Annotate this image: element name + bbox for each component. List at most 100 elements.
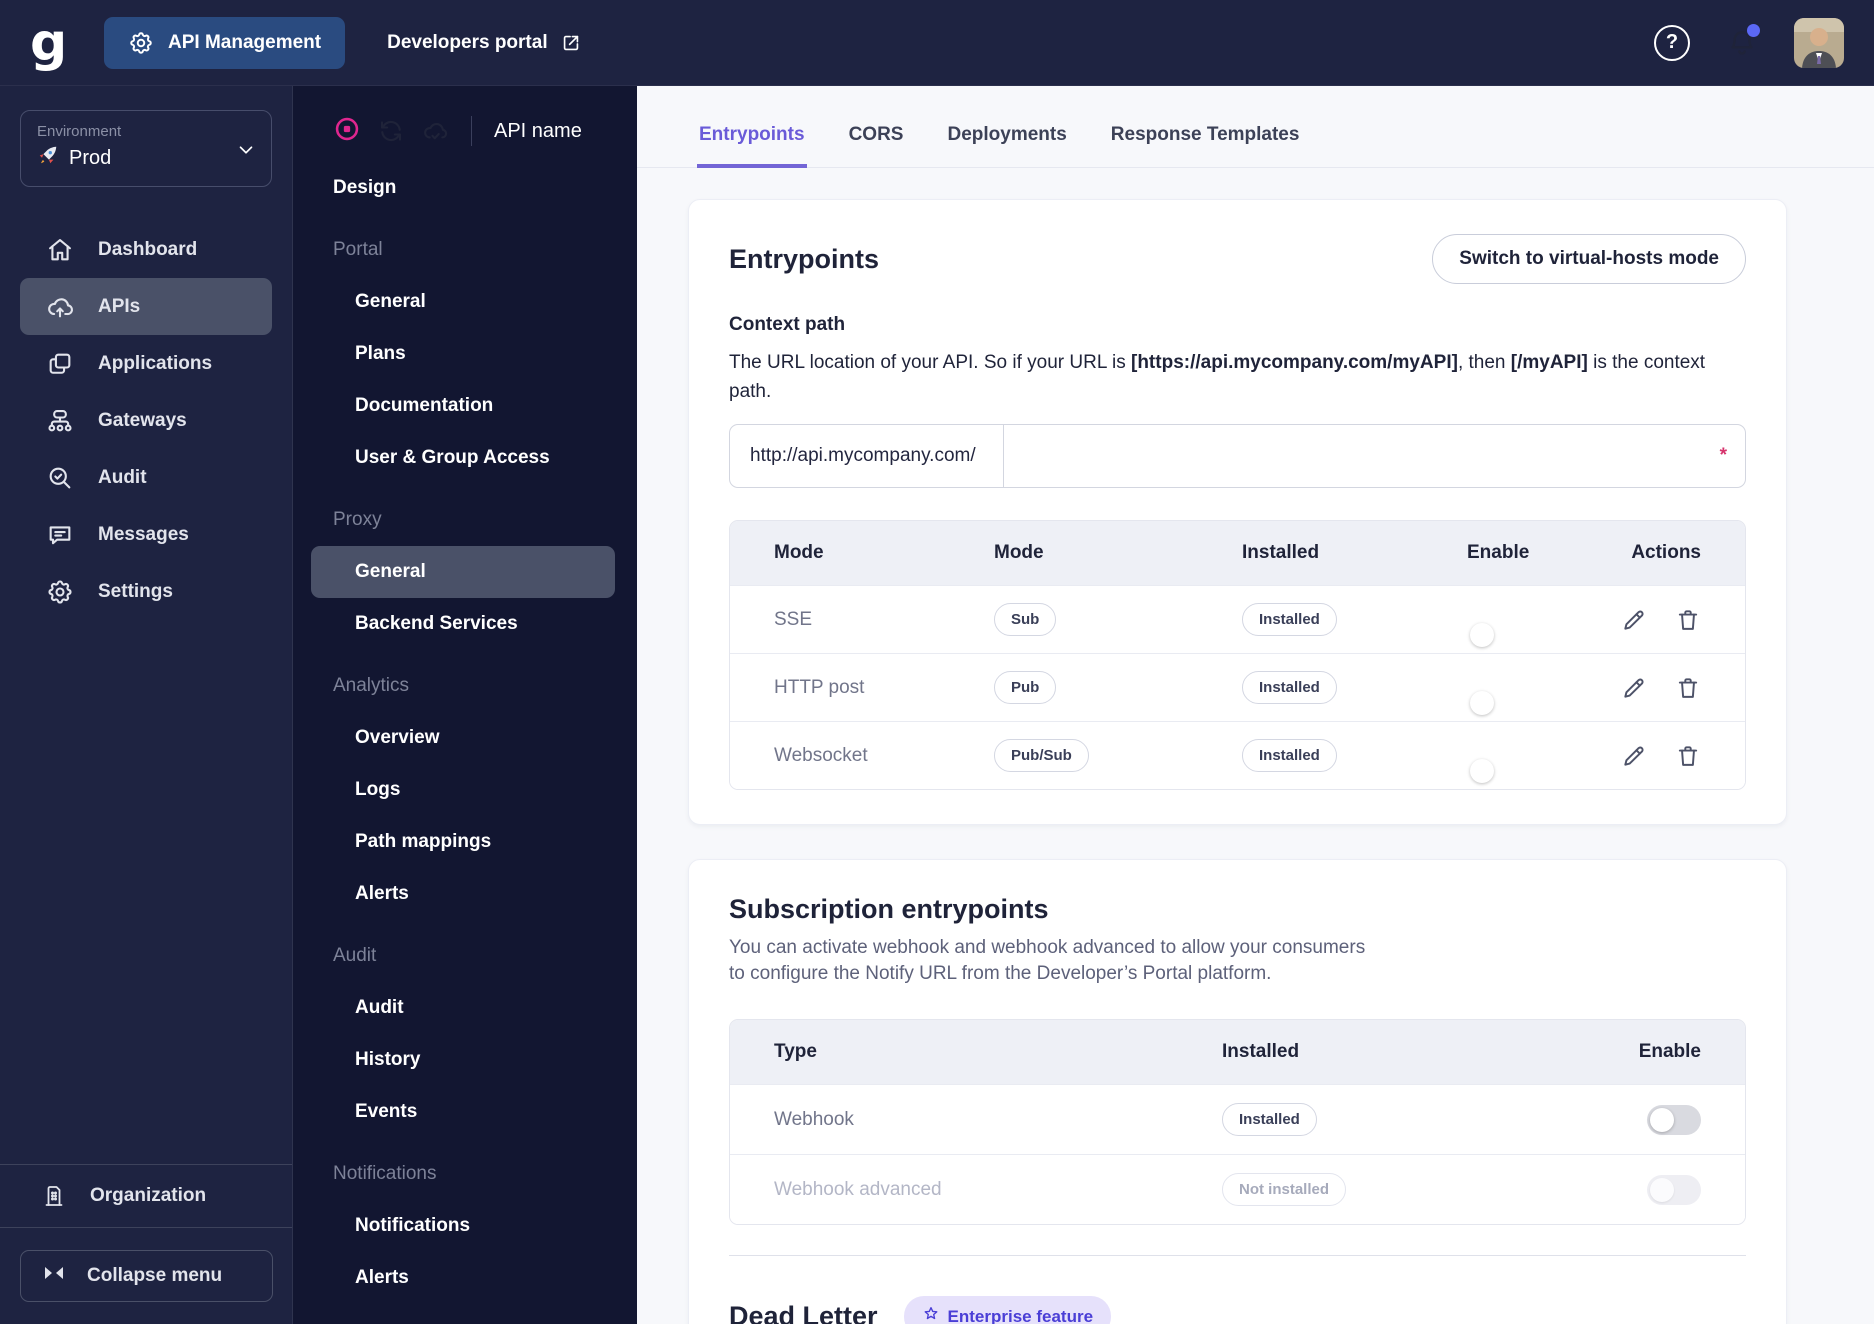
api-menu-design[interactable]: Design: [333, 162, 617, 214]
sidebar-item-audit[interactable]: Audit: [20, 449, 272, 506]
content-area: Entrypoints Switch to virtual-hosts mode…: [637, 168, 1874, 1324]
sidebar-item-label: Gateways: [98, 409, 187, 431]
edit-icon[interactable]: [1621, 675, 1647, 701]
description-url: [https://api.mycompany.com/myAPI]: [1131, 352, 1458, 373]
dead-letter-title: Dead Letter: [729, 1301, 878, 1324]
delete-icon[interactable]: [1675, 743, 1701, 769]
rocket-icon: [37, 144, 59, 172]
api-menu-proxy-general[interactable]: General: [311, 546, 615, 598]
message-icon: [46, 521, 74, 549]
api-menu-analytics-overview[interactable]: Overview: [333, 712, 617, 764]
tab-response-templates[interactable]: Response Templates: [1109, 118, 1302, 168]
sidebar-item-label: Messages: [98, 523, 189, 545]
sidebar-item-gateways[interactable]: Gateways: [20, 392, 272, 449]
table-header-row: Type Installed Enable: [730, 1020, 1745, 1084]
api-menu-audit-audit[interactable]: Audit: [333, 982, 617, 1034]
table-row: Websocket Pub/Sub Installed: [730, 721, 1745, 789]
entrypoint-name: HTTP post: [774, 676, 865, 698]
delete-icon[interactable]: [1675, 675, 1701, 701]
mode-chip: Pub: [994, 671, 1057, 704]
edit-icon[interactable]: [1621, 607, 1647, 633]
installed-chip: Installed: [1222, 1103, 1317, 1136]
context-path-input[interactable]: [1004, 425, 1720, 487]
environment-select[interactable]: Environment Prod: [20, 110, 272, 187]
api-name: API name: [494, 119, 582, 142]
api-menu-portal-documentation[interactable]: Documentation: [333, 380, 617, 432]
api-menu-notifications-alerts[interactable]: Alerts: [333, 1252, 617, 1304]
description-path: [/myAPI]: [1510, 352, 1588, 373]
installed-chip: Installed: [1242, 739, 1337, 772]
installed-chip: Installed: [1242, 603, 1337, 636]
enable-toggle-disabled: [1647, 1174, 1701, 1205]
entrypoint-name: Websocket: [774, 744, 868, 766]
sidebar-item-applications[interactable]: Applications: [20, 335, 272, 392]
environment-label: Environment: [37, 123, 122, 140]
col-header-enable: Enable: [1467, 542, 1530, 563]
table-header-row: Mode Mode Installed Enable Actions: [730, 521, 1745, 585]
context-path-input-group: http://api.mycompany.com/ *: [729, 424, 1746, 488]
description-line: You can activate webhook and webhook adv…: [729, 937, 1366, 958]
mode-chip: Pub/Sub: [994, 739, 1089, 772]
user-avatar[interactable]: [1794, 17, 1844, 68]
api-menu-proxy-backend-services[interactable]: Backend Services: [333, 598, 617, 650]
stop-record-icon[interactable]: [333, 115, 361, 148]
api-menu-audit-events[interactable]: Events: [333, 1086, 617, 1138]
context-path-label: Context path: [729, 314, 846, 335]
table-row: HTTP post Pub Installed: [730, 653, 1745, 721]
search-check-icon: [46, 464, 74, 492]
api-menu-portal-plans[interactable]: Plans: [333, 328, 617, 380]
col-header-mode2: Mode: [994, 542, 1044, 563]
copy-icon: [46, 350, 74, 378]
api-menu-analytics-logs[interactable]: Logs: [333, 764, 617, 816]
organization-item[interactable]: Organization: [0, 1164, 292, 1228]
sidebar-item-apis[interactable]: APIs: [20, 278, 272, 335]
cloud-icon[interactable]: [421, 117, 449, 145]
subscription-card: Subscription entrypoints You can activat…: [688, 859, 1787, 1324]
organization-label: Organization: [90, 1185, 207, 1206]
layout: Environment Prod Dashboard APIs Applicat…: [0, 86, 1874, 1324]
api-menu-portal-user-group-access[interactable]: User & Group Access: [333, 432, 617, 484]
developers-portal-link[interactable]: Developers portal: [387, 32, 582, 54]
home-icon: [46, 236, 74, 264]
app-root: g API Management Developers portal Envir…: [0, 0, 1874, 1324]
api-sidebar: API name Design Portal General Plans Doc…: [293, 86, 637, 1324]
switch-virtual-hosts-button[interactable]: Switch to virtual-hosts mode: [1432, 234, 1746, 284]
context-path-description: The URL location of your API. So if your…: [729, 348, 1746, 406]
api-menu-portal-general[interactable]: General: [333, 276, 617, 328]
help-icon[interactable]: [1654, 24, 1690, 61]
enterprise-feature-badge: Enterprise feature: [903, 1296, 1112, 1324]
cloud-upload-icon: [46, 293, 74, 321]
main-content: Entrypoints CORS Deployments Response Te…: [637, 86, 1874, 1324]
required-marker: *: [1719, 445, 1727, 466]
api-menu-audit-history[interactable]: History: [333, 1034, 617, 1086]
external-link-icon: [560, 32, 582, 54]
gear-icon: [128, 30, 154, 56]
sidebar-item-dashboard[interactable]: Dashboard: [20, 221, 272, 278]
gravitee-logo[interactable]: g: [30, 17, 76, 69]
sidebar-item-messages[interactable]: Messages: [20, 506, 272, 563]
description-text: The URL location of your API. So if your…: [729, 352, 1131, 373]
tab-entrypoints[interactable]: Entrypoints: [697, 118, 807, 168]
col-header-actions: Actions: [1631, 542, 1701, 563]
sidebar-item-label: APIs: [98, 295, 141, 317]
api-menu-notifications-notifications[interactable]: Notifications: [333, 1200, 617, 1252]
gear-icon: [46, 578, 74, 606]
entrypoints-title: Entrypoints: [729, 243, 880, 274]
subscription-type: Webhook: [774, 1108, 854, 1130]
api-menu-analytics-alerts[interactable]: Alerts: [333, 868, 617, 920]
tab-cors[interactable]: CORS: [847, 118, 906, 168]
sidebar-item-settings[interactable]: Settings: [20, 563, 272, 620]
collapse-menu-button[interactable]: Collapse menu: [20, 1250, 273, 1302]
edit-icon[interactable]: [1621, 743, 1647, 769]
notification-badge: [1747, 23, 1760, 37]
sync-icon[interactable]: [377, 117, 405, 145]
delete-icon[interactable]: [1675, 607, 1701, 633]
api-management-button[interactable]: API Management: [104, 16, 346, 69]
table-row: Webhook advanced Not installed: [730, 1154, 1745, 1224]
sidebar-bottom: Organization Collapse menu: [0, 1164, 292, 1324]
notifications-bell[interactable]: [1726, 23, 1760, 60]
enable-toggle[interactable]: [1647, 1104, 1701, 1135]
api-menu-analytics-path-mappings[interactable]: Path mappings: [333, 816, 617, 868]
sidebar-item-label: Dashboard: [98, 238, 198, 260]
tab-deployments[interactable]: Deployments: [945, 118, 1068, 168]
